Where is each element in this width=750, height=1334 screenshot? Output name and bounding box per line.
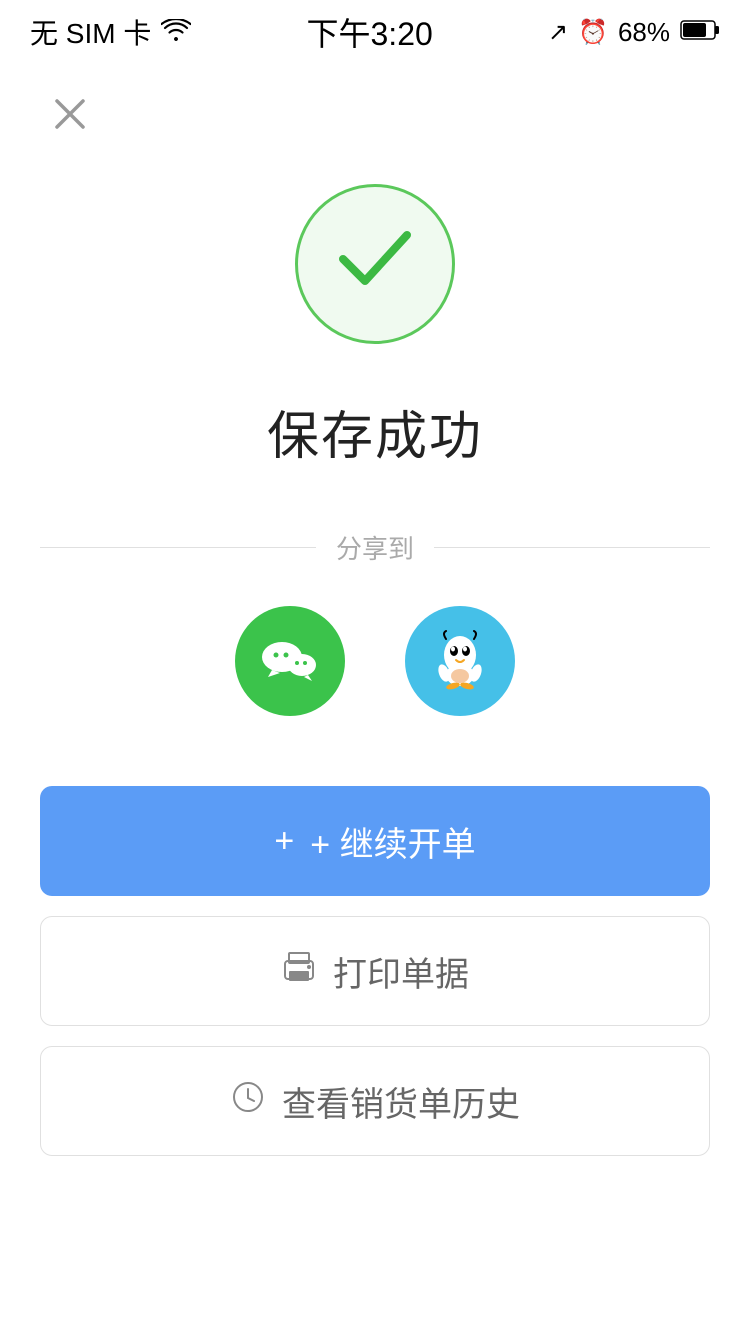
divider-line-left xyxy=(40,547,316,548)
print-button[interactable]: 打印单据 xyxy=(40,916,710,1026)
action-buttons: + + 继续开单 打印单据 查看销货单历 xyxy=(40,786,710,1156)
print-label: 打印单据 xyxy=(333,947,469,996)
history-icon xyxy=(230,1079,266,1124)
divider-line-right xyxy=(434,547,710,548)
success-area: 保存成功 xyxy=(40,184,710,469)
status-carrier: 无 SIM 卡 xyxy=(30,12,191,52)
alarm-icon: ⏰ xyxy=(578,18,608,47)
wifi-icon xyxy=(161,17,191,48)
checkmark-icon xyxy=(335,223,415,306)
share-label: 分享到 xyxy=(336,529,414,566)
wechat-share-button[interactable] xyxy=(235,606,345,716)
success-circle xyxy=(295,184,455,344)
main-content: 保存成功 分享到 xyxy=(0,64,750,1176)
status-time: 下午3:20 xyxy=(307,9,433,55)
history-button[interactable]: 查看销货单历史 xyxy=(40,1046,710,1156)
qq-icon xyxy=(428,629,492,693)
status-right-group: ↗ ⏰ 68% xyxy=(548,17,720,48)
battery-text: 68% xyxy=(618,17,670,48)
share-icons-row xyxy=(40,606,710,716)
qq-share-button[interactable] xyxy=(405,606,515,716)
history-label: 查看销货单历史 xyxy=(282,1077,520,1126)
battery-icon xyxy=(680,17,720,48)
status-bar: 无 SIM 卡 下午3:20 ↗ ⏰ 68% xyxy=(0,0,750,64)
close-icon xyxy=(51,95,89,133)
close-button[interactable] xyxy=(40,84,100,144)
plus-icon: + xyxy=(274,822,294,861)
success-title: 保存成功 xyxy=(267,394,483,469)
continue-button[interactable]: + + 继续开单 xyxy=(40,786,710,896)
continue-label: + 继续开单 xyxy=(310,817,475,866)
share-divider: 分享到 xyxy=(40,529,710,566)
location-icon: ↗ xyxy=(548,18,568,47)
carrier-text: 无 SIM 卡 xyxy=(30,12,151,52)
wechat-icon xyxy=(256,627,324,695)
printer-icon xyxy=(281,949,317,994)
